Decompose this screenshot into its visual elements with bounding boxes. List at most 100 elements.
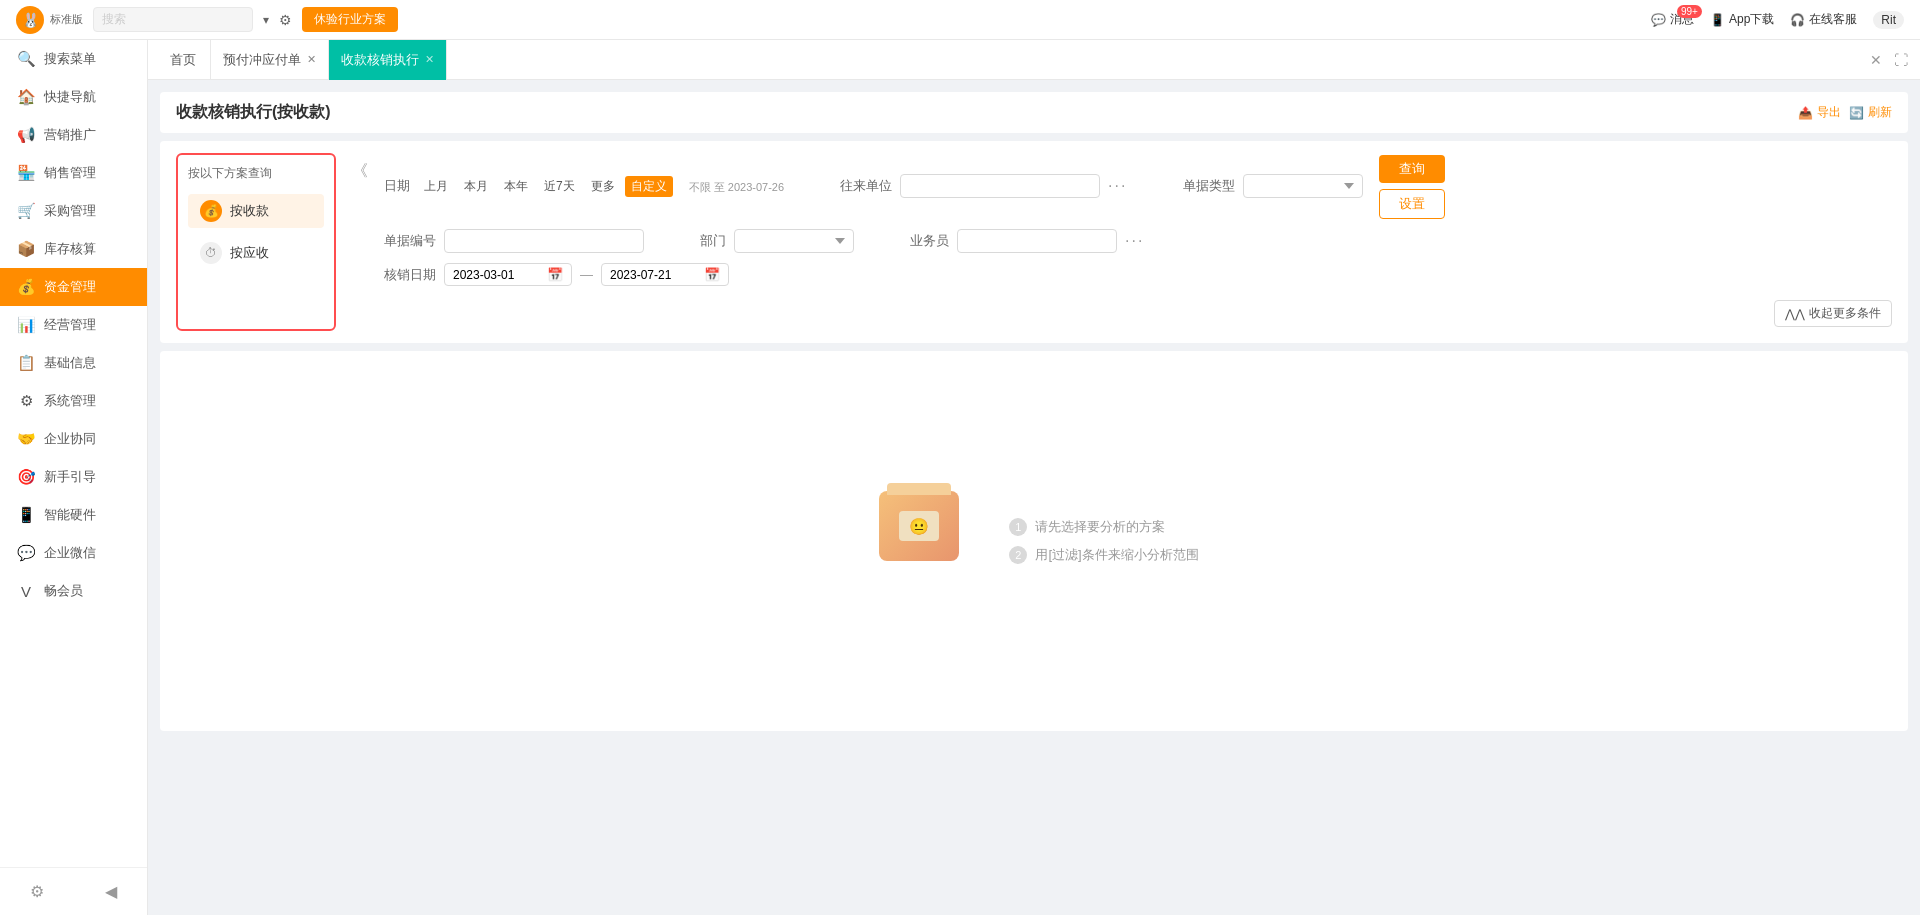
verify-date-start-input[interactable] bbox=[453, 268, 543, 282]
filter-collapse-button[interactable]: 《 bbox=[348, 157, 372, 186]
verify-date-end-input[interactable] bbox=[610, 268, 700, 282]
date-btn-7days[interactable]: 近7天 bbox=[538, 176, 581, 197]
sidebar-item-hardware[interactable]: 📱 智能硬件 bbox=[0, 496, 147, 534]
filter-date-field: 日期 上月 本月 本年 近7天 更多 自定义 bbox=[384, 176, 673, 197]
tab-receipt-offset-close[interactable]: ✕ bbox=[425, 53, 434, 66]
sidebar-item-finance[interactable]: 💰 资金管理 bbox=[0, 268, 147, 306]
guide-icon: 🎯 bbox=[16, 468, 36, 486]
solution-button[interactable]: 休验行业方案 bbox=[302, 7, 398, 32]
tab-receipt-offset[interactable]: 收款核销执行 ✕ bbox=[329, 40, 447, 80]
filter-doc-no-field: 单据编号 bbox=[384, 229, 644, 253]
sidebar-label-member: 畅会员 bbox=[44, 582, 83, 600]
sidebar-item-sales[interactable]: 🏪 销售管理 bbox=[0, 154, 147, 192]
tab-prepay-close[interactable]: ✕ bbox=[307, 53, 316, 66]
filter-option-by-receipt[interactable]: 💰 按收款 bbox=[188, 194, 324, 228]
sidebar-label-guide: 新手引导 bbox=[44, 468, 96, 486]
doc-type-select[interactable] bbox=[1243, 174, 1363, 198]
tab-expand-action[interactable]: ⛶ bbox=[1890, 48, 1912, 72]
filter-option-by-receivable[interactable]: ⏱ 按应收 bbox=[188, 236, 324, 270]
sidebar-item-guide[interactable]: 🎯 新手引导 bbox=[0, 458, 147, 496]
calendar-start-icon[interactable]: 📅 bbox=[547, 267, 563, 282]
settings-bottom-icon[interactable]: ⚙ bbox=[24, 876, 50, 907]
sidebar-label-finance: 资金管理 bbox=[44, 278, 96, 296]
app-label: App下载 bbox=[1729, 11, 1774, 28]
filter-scheme-title: 按以下方案查询 bbox=[188, 165, 324, 182]
date-btn-custom[interactable]: 自定义 bbox=[625, 176, 673, 197]
dept-select[interactable] bbox=[734, 229, 854, 253]
service-button[interactable]: 🎧 在线客服 bbox=[1790, 11, 1857, 28]
sidebar-item-wechat[interactable]: 💬 企业微信 bbox=[0, 534, 147, 572]
search-icon: 🔍 bbox=[16, 50, 36, 68]
date-btn-this-year[interactable]: 本年 bbox=[498, 176, 534, 197]
sidebar-label-system: 系统管理 bbox=[44, 392, 96, 410]
sidebar-item-operations[interactable]: 📊 经营管理 bbox=[0, 306, 147, 344]
collapse-icon[interactable]: ◀ bbox=[99, 876, 123, 907]
sidebar-item-marketing[interactable]: 📢 营销推广 bbox=[0, 116, 147, 154]
doc-no-input[interactable] bbox=[444, 229, 644, 253]
empty-step-2-label: 用[过滤]条件来缩小分析范围 bbox=[1035, 546, 1198, 564]
wechat-icon: 💬 bbox=[16, 544, 36, 562]
tab-prepay[interactable]: 预付冲应付单 ✕ bbox=[211, 40, 329, 80]
filter-row-1: 日期 上月 本月 本年 近7天 更多 自定义 bbox=[384, 153, 1892, 219]
sidebar-item-basic-info[interactable]: 📋 基础信息 bbox=[0, 344, 147, 382]
app-download-button[interactable]: 📱 App下载 bbox=[1710, 11, 1774, 28]
sidebar-item-enterprise[interactable]: 🤝 企业协同 bbox=[0, 420, 147, 458]
basic-info-icon: 📋 bbox=[16, 354, 36, 372]
tab-close-action[interactable]: ✕ bbox=[1866, 48, 1886, 72]
sidebar-item-quick-nav[interactable]: 🏠 快捷导航 bbox=[0, 78, 147, 116]
verify-date-start-wrap: 📅 bbox=[444, 263, 572, 286]
date-btn-last-month[interactable]: 上月 bbox=[418, 176, 454, 197]
service-label: 在线客服 bbox=[1809, 11, 1857, 28]
expand-more-label: 收起更多条件 bbox=[1809, 305, 1881, 322]
sidebar: 🔍 搜索菜单 🏠 快捷导航 📢 营销推广 🏪 销售管理 🛒 采购管理 📦 库存核… bbox=[0, 40, 148, 915]
sidebar-item-system[interactable]: ⚙ 系统管理 bbox=[0, 382, 147, 420]
sidebar-label-enterprise: 企业协同 bbox=[44, 430, 96, 448]
sidebar-item-purchase[interactable]: 🛒 采购管理 bbox=[0, 192, 147, 230]
finance-icon: 💰 bbox=[16, 278, 36, 296]
refresh-button[interactable]: 🔄 刷新 bbox=[1849, 104, 1892, 121]
member-icon: V bbox=[16, 583, 36, 600]
search-bar: 搜索 bbox=[93, 7, 253, 32]
empty-state: 😐 1 请先选择要分析的方案 2 用[过滤]条件来缩小分析范围 bbox=[160, 351, 1908, 731]
dept-label: 部门 bbox=[700, 232, 726, 250]
phone-icon: 📱 bbox=[1710, 13, 1725, 27]
message-button[interactable]: 💬 消息 99+ bbox=[1651, 11, 1694, 28]
sidebar-item-member[interactable]: V 畅会员 bbox=[0, 572, 147, 610]
calendar-end-icon[interactable]: 📅 bbox=[704, 267, 720, 282]
step-num-1: 1 bbox=[1009, 518, 1027, 536]
sidebar-item-inventory[interactable]: 📦 库存核算 bbox=[0, 230, 147, 268]
empty-text-block: 1 请先选择要分析的方案 2 用[过滤]条件来缩小分析范围 bbox=[1009, 518, 1198, 564]
sales-icon: 🏪 bbox=[16, 164, 36, 182]
date-btn-more[interactable]: 更多 bbox=[585, 176, 621, 197]
sidebar-bottom: ⚙ ◀ bbox=[0, 867, 147, 915]
filter-scheme-selector: 按以下方案查询 💰 按收款 ⏱ 按应收 bbox=[176, 153, 336, 331]
sidebar-label-sales: 销售管理 bbox=[44, 164, 96, 182]
sidebar-label-search-menu: 搜索菜单 bbox=[44, 50, 96, 68]
operations-icon: 📊 bbox=[16, 316, 36, 334]
setting-button[interactable]: 设置 bbox=[1379, 189, 1445, 219]
sidebar-label-inventory: 库存核算 bbox=[44, 240, 96, 258]
tab-prepay-label: 预付冲应付单 bbox=[223, 51, 301, 69]
staff-ellipsis[interactable]: ··· bbox=[1125, 232, 1144, 250]
date-btn-this-month[interactable]: 本月 bbox=[458, 176, 494, 197]
gear-icon[interactable]: ⚙ bbox=[279, 12, 292, 28]
refresh-label: 刷新 bbox=[1868, 104, 1892, 121]
tab-home[interactable]: 首页 bbox=[156, 40, 211, 80]
filter-fields: 日期 上月 本月 本年 近7天 更多 自定义 bbox=[384, 153, 1892, 331]
export-button[interactable]: 📤 导出 bbox=[1798, 104, 1841, 121]
counterpart-ellipsis[interactable]: ··· bbox=[1108, 177, 1127, 195]
staff-input[interactable] bbox=[957, 229, 1117, 253]
doc-no-label: 单据编号 bbox=[384, 232, 436, 250]
top-bar-right: 💬 消息 99+ 📱 App下载 🎧 在线客服 Rit bbox=[1651, 11, 1904, 29]
expand-more-button[interactable]: ⋀⋀ 收起更多条件 bbox=[1774, 300, 1892, 327]
date-quick-options: 上月 本月 本年 近7天 更多 自定义 bbox=[418, 176, 673, 197]
query-button[interactable]: 查询 bbox=[1379, 155, 1445, 183]
expand-more-icon: ⋀⋀ bbox=[1785, 307, 1805, 321]
counterpart-input[interactable] bbox=[900, 174, 1100, 198]
empty-step-2: 2 用[过滤]条件来缩小分析范围 bbox=[1009, 546, 1198, 564]
dropdown-arrow[interactable]: ▾ bbox=[263, 13, 269, 27]
page-content: 收款核销执行(按收款) 📤 导出 🔄 刷新 按以下方案查询 bbox=[148, 80, 1920, 915]
sidebar-item-search-menu[interactable]: 🔍 搜索菜单 bbox=[0, 40, 147, 78]
user-avatar[interactable]: Rit bbox=[1873, 11, 1904, 29]
filter-row-3: 核销日期 📅 — 📅 bbox=[384, 263, 1892, 286]
